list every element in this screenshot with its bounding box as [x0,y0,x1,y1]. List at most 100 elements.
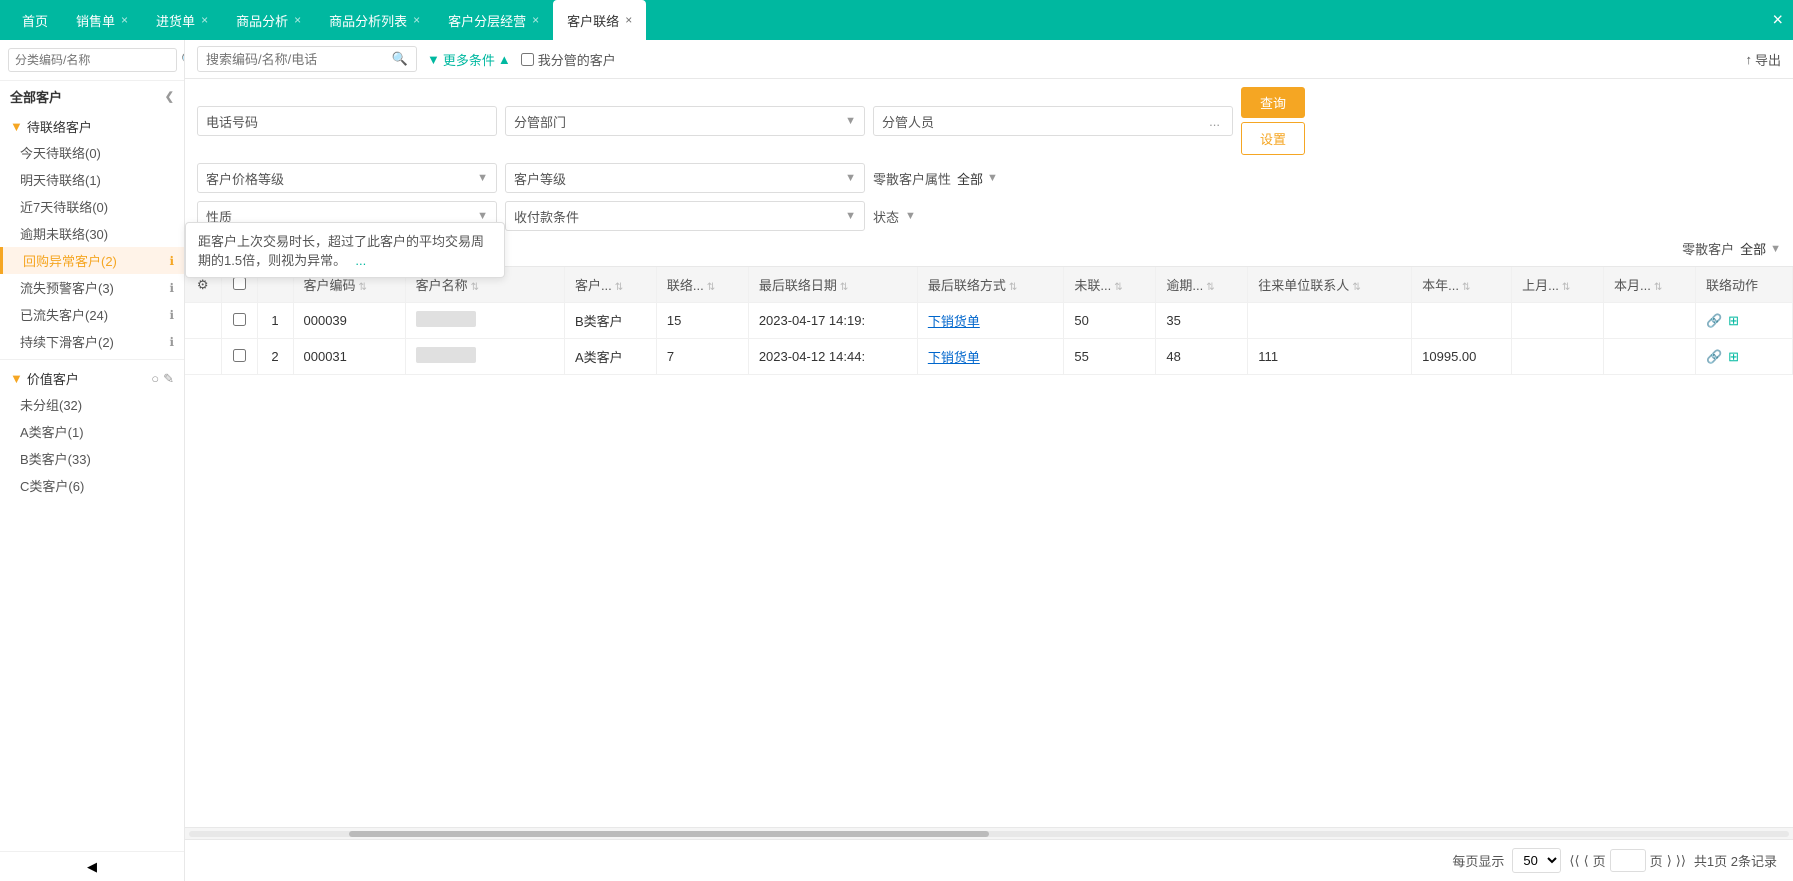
col-lmonth-sort[interactable]: ⇅ [1562,282,1570,293]
nav-purchase[interactable]: 进货单 × [142,0,222,40]
retail-customer-select[interactable]: 全部 ▼ [1740,239,1781,258]
nav-sales-close[interactable]: × [121,13,128,27]
nav-home[interactable]: 首页 [8,0,62,40]
sidebar-all-customers[interactable]: 全部客户 ❮ [0,81,184,112]
group2-settings-icon[interactable]: ✎ [163,371,174,387]
col-code-sort[interactable]: ⇅ [359,282,367,293]
top-nav: 首页 销售单 × 进货单 × 商品分析 × 商品分析列表 × 客户分层经营 × … [0,0,1793,40]
nav-purchase-close[interactable]: × [201,13,208,27]
pager-last-icon[interactable]: ⟩⟩ [1676,853,1686,869]
col-date-sort[interactable]: ⇅ [840,282,848,293]
col-category-sort[interactable]: ⇅ [615,282,623,293]
main-search-icon[interactable]: 🔍 [392,51,408,67]
sidebar-item-churned[interactable]: 已流失客户(24) ℹ [0,301,184,328]
churned-info-icon[interactable]: ℹ [169,308,174,322]
col-way-sort[interactable]: ⇅ [1009,282,1017,293]
nav-analysis-list[interactable]: 商品分析列表 × [315,0,434,40]
nav-analysis-list-close[interactable]: × [413,13,420,27]
churn-warning-info-icon[interactable]: ℹ [169,281,174,295]
row1-num: 1 [257,303,293,339]
col-overdue-sort[interactable]: ⇅ [1206,282,1214,293]
sidebar-item-c-class[interactable]: C类客户(6) [0,472,184,499]
col-unit-sort[interactable]: ⇅ [1352,282,1360,293]
sidebar-search-input[interactable] [8,48,177,72]
my-customer-checkbox-area: 我分管的客户 [521,50,616,69]
row2-way-link[interactable]: 下销货单 [928,350,980,365]
pager-prev-icon[interactable]: ⟨ [1584,853,1589,869]
col-contact-sort[interactable]: ⇅ [707,282,715,293]
my-customer-checkbox[interactable] [521,53,534,66]
sidebar-item-overdue[interactable]: 逾期未联络(30) [0,220,184,247]
sidebar-item-churn-warning[interactable]: 流失预警客户(3) ℹ [0,274,184,301]
sidebar-item-b-class[interactable]: B类客户(33) [0,445,184,472]
nav-customer-tier[interactable]: 客户分层经营 × [434,0,553,40]
row2-link-icon[interactable]: 🔗 [1706,349,1722,365]
pager-first-icon[interactable]: ⟨⟨ [1569,853,1579,869]
sidebar-item-ungroup[interactable]: 未分组(32) [0,391,184,418]
repurchase-info-icon[interactable]: ℹ [169,254,174,268]
query-button[interactable]: 查询 [1241,87,1305,118]
sidebar-item-a-class[interactable]: A类客户(1) [0,418,184,445]
export-button[interactable]: ↑ 导出 [1745,50,1781,69]
sidebar-item-repurchase-abnormal[interactable]: 回购异常客户(2) ℹ [0,247,184,274]
sidebar-search-area: 🔍 [0,40,184,81]
dept-field[interactable]: 分管部门 ▼ [505,106,865,136]
scroll-thumb[interactable] [349,831,989,837]
row2-contact: 7 [656,339,748,375]
col-name-sort[interactable]: ⇅ [471,282,479,293]
nav-analysis[interactable]: 商品分析 × [222,0,315,40]
more-conditions-btn[interactable]: ▼ 更多条件 ▲ [427,50,511,69]
row1-way-link[interactable]: 下销货单 [928,314,980,329]
nav-customer-tier-close[interactable]: × [532,13,539,27]
payment-field[interactable]: 收付款条件 ▼ [505,201,865,231]
customer-grade-field[interactable]: 客户等级 ▼ [505,163,865,193]
retail-attr-arrow: ▼ [987,172,998,184]
phone-label: 电话号码 [206,112,258,131]
col-tmonth-sort[interactable]: ⇅ [1654,282,1662,293]
per-page-select[interactable]: 50 [1512,848,1561,873]
manager-field[interactable]: 分管人员 ... [873,106,1233,136]
tooltip-more-icon[interactable]: ... [355,253,366,268]
settings-button[interactable]: 设置 [1241,122,1305,155]
col-action: 联络动作 [1695,267,1792,303]
pager-next-icon[interactable]: ⟩ [1667,853,1672,869]
horizontal-scrollbar[interactable] [185,827,1793,839]
filter-row-1: 电话号码 分管部门 ▼ 分管人员 ... 查询 设置 [197,87,1781,155]
nav-analysis-close[interactable]: × [294,13,301,27]
sidebar-item-7days[interactable]: 近7天待联络(0) [0,193,184,220]
nav-sales[interactable]: 销售单 × [62,0,142,40]
col-this-month: 本月...⇅ [1604,267,1696,303]
window-close-icon[interactable]: × [1772,10,1783,31]
row2-date: 2023-04-12 14:44: [748,339,917,375]
col-category: 客户...⇅ [564,267,656,303]
row2-settings [185,339,221,375]
select-all-checkbox[interactable] [233,277,246,290]
sidebar-bottom-arrow[interactable]: ◀ [0,851,184,881]
price-grade-field[interactable]: 客户价格等级 ▼ [197,163,497,193]
main-search-input[interactable] [206,52,392,67]
sidebar-group1-label: 待联络客户 [27,117,92,136]
retail-attr-select[interactable]: 全部 ▼ [957,169,998,188]
sidebar-item-today[interactable]: 今天待联络(0) [0,139,184,166]
sidebar-group1[interactable]: ▼ 待联络客户 [0,112,184,139]
row2-grid-icon[interactable]: ⊞ [1728,349,1739,365]
col-year-sort[interactable]: ⇅ [1462,282,1470,293]
table-area: ⚙ 客户编码⇅ 客户名称⇅ 客户...⇅ 联络...⇅ 最后联络日期⇅ 最后联络… [185,267,1793,827]
declining-info-icon[interactable]: ℹ [169,335,174,349]
row1-checkbox[interactable] [233,313,246,326]
group2-edit-icon[interactable]: ○ [151,371,159,387]
manager-dots[interactable]: ... [1205,114,1224,129]
sidebar-group2[interactable]: ▼ 价值客户 ○ ✎ [0,364,184,391]
nav-customer-contact-close[interactable]: × [625,13,632,27]
row1-link-icon[interactable]: 🔗 [1706,313,1722,329]
nav-customer-contact[interactable]: 客户联络 × [553,0,646,40]
status-select[interactable]: ▼ [905,210,916,222]
row2-checkbox[interactable] [233,349,246,362]
pager-current-page[interactable]: 1 [1610,849,1646,872]
phone-field[interactable]: 电话号码 [197,106,497,136]
sidebar-item-tomorrow[interactable]: 明天待联络(1) [0,166,184,193]
row1-grid-icon[interactable]: ⊞ [1728,313,1739,329]
col-not-sort[interactable]: ⇅ [1114,282,1122,293]
sidebar-item-declining[interactable]: 持续下滑客户(2) ℹ [0,328,184,355]
row2-code: 000031 [293,339,405,375]
